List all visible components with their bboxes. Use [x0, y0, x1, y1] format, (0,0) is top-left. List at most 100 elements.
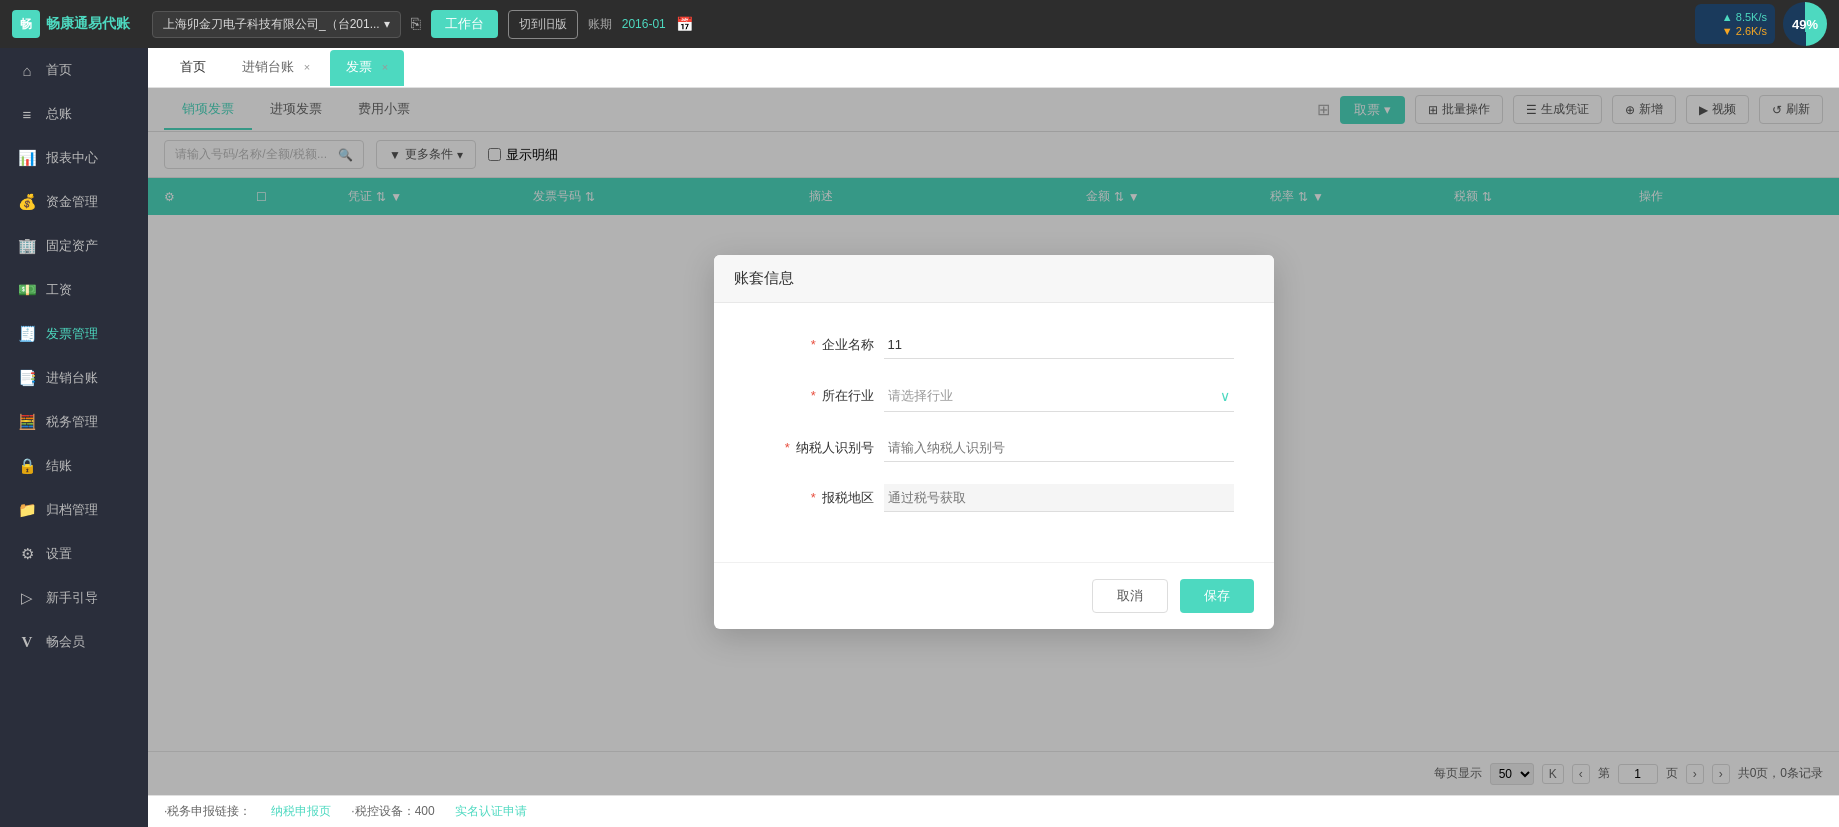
company-name-input[interactable]	[884, 331, 1234, 359]
speed-up: ▲ 8.5K/s	[1722, 11, 1767, 23]
calendar-icon[interactable]: 📅	[676, 16, 693, 32]
tabbar: 首页 进销台账 × 发票 ×	[148, 48, 1839, 88]
bottom-text1: ·税务申报链接：	[164, 803, 251, 820]
salary-icon: 💵	[18, 281, 36, 299]
sidebar-item-archive[interactable]: 📁 归档管理	[0, 488, 148, 532]
tab-home[interactable]: 首页	[164, 50, 222, 86]
company-name: 上海卯金刀电子科技有限公司_（台201...	[163, 16, 380, 33]
sidebar-item-fixed[interactable]: 🏢 固定资产	[0, 224, 148, 268]
cancel-button[interactable]: 取消	[1092, 579, 1168, 613]
account-info-dialog: 账套信息 * 企业名称	[714, 255, 1274, 629]
sidebar-label-tax: 税务管理	[46, 413, 98, 431]
progress-circle: 49%	[1783, 2, 1827, 46]
sidebar-label-guide: 新手引导	[46, 589, 98, 607]
sidebar-item-tax[interactable]: 🧮 税务管理	[0, 400, 148, 444]
tab-fapiao-close[interactable]: ×	[382, 61, 388, 73]
taxregion-input	[884, 484, 1234, 512]
archive-icon: 📁	[18, 501, 36, 519]
close-accounts-icon: 🔒	[18, 457, 36, 475]
industry-placeholder: 请选择行业	[888, 387, 953, 405]
taxid-label: * 纳税人识别号	[754, 439, 874, 457]
sidebar-item-guide[interactable]: ▷ 新手引导	[0, 576, 148, 620]
app-logo: 畅 畅康通易代账	[12, 10, 142, 38]
sidebar-label-settings: 设置	[46, 545, 72, 563]
sidebar-item-jinxiao[interactable]: 📑 进销台账	[0, 356, 148, 400]
bottom-text2: ·税控设备：400	[351, 803, 434, 820]
sidebar-label-member: 畅会员	[46, 633, 85, 651]
copy-icon[interactable]: ⎘	[411, 15, 421, 33]
sidebar-item-close[interactable]: 🔒 结账	[0, 444, 148, 488]
dialog-header: 账套信息	[714, 255, 1274, 303]
topbar-right: ▲ 8.5K/s ▼ 2.6K/s 49%	[1695, 2, 1827, 46]
logo-icon: 畅	[12, 10, 40, 38]
industry-field: 请选择行业 ∨	[884, 381, 1234, 412]
sidebar-item-member[interactable]: V 畅会员	[0, 620, 148, 664]
sidebar-label-jinxiao: 进销台账	[46, 369, 98, 387]
main-area: 首页 进销台账 × 发票 × 销项发票 进项发票	[148, 48, 1839, 827]
save-button[interactable]: 保存	[1180, 579, 1254, 613]
form-row-company: * 企业名称	[754, 331, 1234, 359]
taxid-input[interactable]	[884, 434, 1234, 462]
sidebar-item-salary[interactable]: 💵 工资	[0, 268, 148, 312]
sidebar-label-report: 报表中心	[46, 149, 98, 167]
taxid-field	[884, 434, 1234, 462]
sidebar-item-settings[interactable]: ⚙ 设置	[0, 532, 148, 576]
invoice-icon: 🧾	[18, 325, 36, 343]
ledger-icon: ≡	[18, 106, 36, 123]
topbar: 畅 畅康通易代账 上海卯金刀电子科技有限公司_（台201... ▾ ⎘ 工作台 …	[0, 0, 1839, 48]
industry-label: * 所在行业	[754, 387, 874, 405]
tab-fapiao[interactable]: 发票 ×	[330, 50, 404, 86]
industry-select[interactable]: 请选择行业 ∨	[884, 381, 1234, 412]
settings-icon: ⚙	[18, 545, 36, 563]
content-inner: 销项发票 进项发票 费用小票 ⊞ 取票 ▾	[148, 88, 1839, 795]
dialog-footer: 取消 保存	[714, 562, 1274, 629]
speed-down: ▼ 2.6K/s	[1722, 25, 1767, 37]
report-icon: 📊	[18, 149, 36, 167]
modal-overlay: 账套信息 * 企业名称	[148, 88, 1839, 795]
capital-icon: 💰	[18, 193, 36, 211]
tab-jinxiao[interactable]: 进销台账 ×	[226, 50, 326, 86]
form-row-industry: * 所在行业 请选择行业 ∨	[754, 381, 1234, 412]
member-icon: V	[18, 634, 36, 651]
sidebar-item-invoice[interactable]: 🧾 发票管理	[0, 312, 148, 356]
sidebar-label-fixed: 固定资产	[46, 237, 98, 255]
app-name: 畅康通易代账	[46, 15, 130, 33]
sidebar-label-ledger: 总账	[46, 105, 72, 123]
company-selector[interactable]: 上海卯金刀电子科技有限公司_（台201... ▾	[152, 11, 401, 38]
taxregion-field	[884, 484, 1234, 512]
sidebar-label-archive: 归档管理	[46, 501, 98, 519]
sidebar-item-home[interactable]: ⌂ 首页	[0, 48, 148, 92]
sidebar-item-ledger[interactable]: ≡ 总账	[0, 92, 148, 136]
bottom-link1[interactable]: 纳税申报页	[271, 803, 331, 820]
sidebar-label-close: 结账	[46, 457, 72, 475]
taxregion-label: * 报税地区	[754, 489, 874, 507]
form-row-taxregion: * 报税地区	[754, 484, 1234, 512]
sidebar-label-capital: 资金管理	[46, 193, 98, 211]
sidebar: ⌂ 首页 ≡ 总账 📊 报表中心 💰 资金管理 🏢 固定资产 💵 工资 🧾 发票…	[0, 48, 148, 827]
sidebar-label-home: 首页	[46, 61, 72, 79]
guide-icon: ▷	[18, 589, 36, 607]
old-version-button[interactable]: 切到旧版	[508, 10, 578, 39]
speed-widget: ▲ 8.5K/s ▼ 2.6K/s	[1695, 4, 1775, 44]
period-value[interactable]: 2016-01	[622, 17, 666, 31]
sidebar-item-report[interactable]: 📊 报表中心	[0, 136, 148, 180]
form-row-taxid: * 纳税人识别号	[754, 434, 1234, 462]
sidebar-item-capital[interactable]: 💰 资金管理	[0, 180, 148, 224]
bottom-link2[interactable]: 实名认证申请	[455, 803, 527, 820]
industry-chevron-icon: ∨	[1220, 388, 1230, 404]
tax-icon: 🧮	[18, 413, 36, 431]
workbench-button[interactable]: 工作台	[431, 10, 498, 38]
chevron-down-icon: ▾	[384, 17, 390, 31]
sidebar-label-invoice: 发票管理	[46, 325, 98, 343]
fixed-icon: 🏢	[18, 237, 36, 255]
content-area: 销项发票 进项发票 费用小票 ⊞ 取票 ▾	[148, 88, 1839, 795]
tab-jinxiao-close[interactable]: ×	[304, 61, 310, 73]
dialog-body: * 企业名称 * 所在行业	[714, 303, 1274, 562]
main-layout: ⌂ 首页 ≡ 总账 📊 报表中心 💰 资金管理 🏢 固定资产 💵 工资 🧾 发票…	[0, 48, 1839, 827]
company-name-label: * 企业名称	[754, 336, 874, 354]
period-label: 账期	[588, 16, 612, 33]
bottom-bar: ·税务申报链接： 纳税申报页 ·税控设备：400 实名认证申请	[148, 795, 1839, 827]
sidebar-label-salary: 工资	[46, 281, 72, 299]
jinxiao-icon: 📑	[18, 369, 36, 387]
home-icon: ⌂	[18, 62, 36, 79]
